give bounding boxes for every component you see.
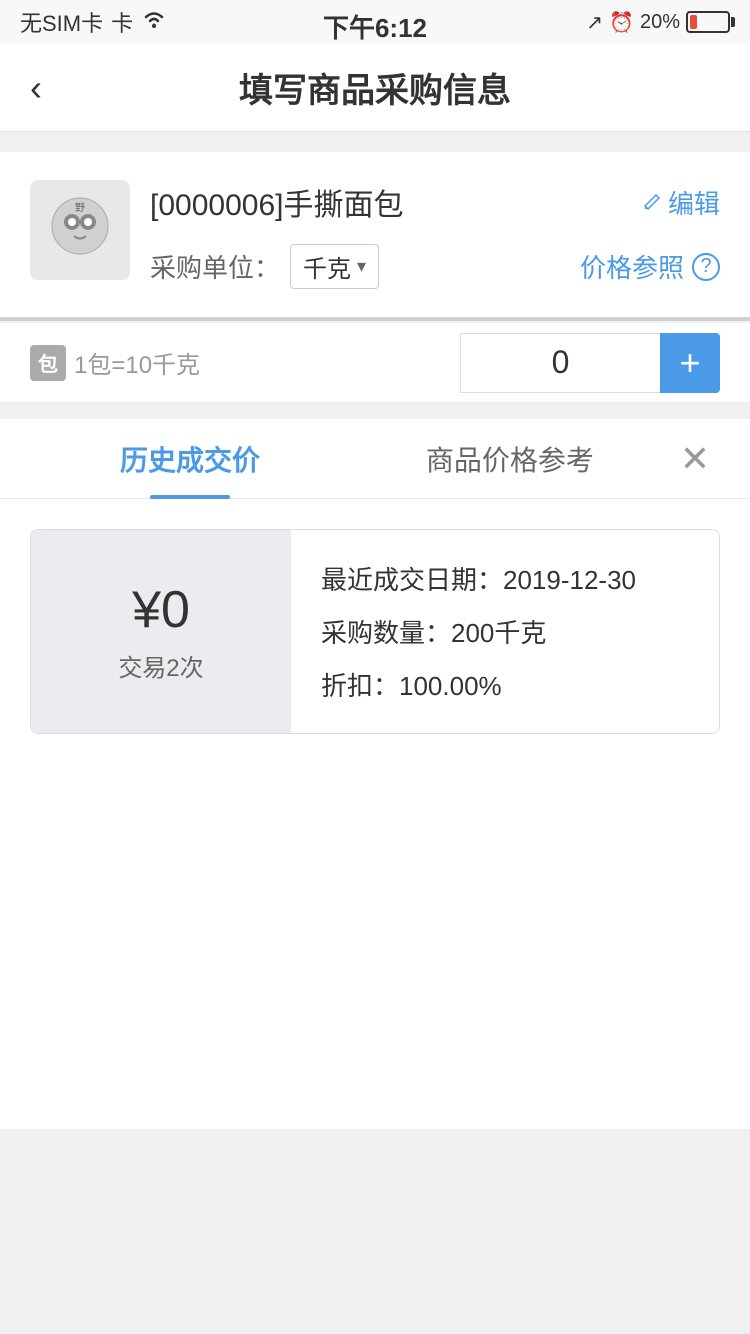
sim-icon: 卡 bbox=[111, 6, 133, 38]
product-header: [0000006]手撕面包 编辑 bbox=[150, 180, 720, 224]
status-left: 无SIM卡 卡 bbox=[20, 6, 167, 38]
unit-value: 千克 bbox=[303, 249, 351, 284]
product-info: [0000006]手撕面包 编辑 采购单位： 千克 ▾ 价格参照 ? bbox=[150, 180, 720, 289]
transaction-count: 交易2次 bbox=[118, 648, 203, 683]
tab-close-button[interactable]: ✕ bbox=[670, 438, 720, 480]
back-button[interactable]: ‹ bbox=[30, 67, 42, 109]
unit-info: 包 1包=10千克 bbox=[30, 345, 200, 381]
unit-select[interactable]: 千克 ▾ bbox=[290, 244, 379, 289]
transaction-price: ¥0 bbox=[132, 580, 190, 640]
quantity-detail-value: 200千克 bbox=[451, 618, 546, 648]
page-title: 填写商品采购信息 bbox=[239, 63, 511, 112]
status-right: ↗ ⏰ 20% bbox=[586, 10, 730, 35]
status-bar: 无SIM卡 卡 下午6:12 ↗ ⏰ 20% bbox=[0, 0, 750, 44]
unit-icon-text: 包 bbox=[38, 348, 58, 377]
transaction-right-panel: 最近成交日期：2019-12-30 采购数量：200千克 折扣：100.00% bbox=[291, 530, 719, 733]
quantity-plus-button[interactable]: + bbox=[660, 333, 720, 393]
battery-icon bbox=[686, 11, 730, 33]
edit-button[interactable]: 编辑 bbox=[642, 184, 720, 221]
discount-row: 折扣：100.00% bbox=[321, 666, 689, 703]
price-value: 0 bbox=[161, 581, 190, 639]
tab-price-ref-label: 商品价格参考 bbox=[426, 439, 594, 479]
currency-symbol: ¥ bbox=[132, 581, 161, 639]
tab-section: 历史成交价 商品价格参考 ✕ ¥0 交易2次 最近成交日期：2019-12-30… bbox=[0, 419, 750, 1129]
quantity-input-group: + bbox=[460, 333, 720, 393]
product-image: 野 bbox=[30, 180, 130, 280]
discount-value: 100.00% bbox=[399, 671, 502, 701]
price-ref-button[interactable]: 价格参照 ? bbox=[580, 248, 720, 285]
unit-label: 采购单位： 千克 ▾ bbox=[150, 244, 379, 289]
edit-label: 编辑 bbox=[668, 184, 720, 221]
battery-fill bbox=[690, 15, 697, 29]
price-ref-label: 价格参照 bbox=[580, 248, 684, 285]
divider bbox=[0, 317, 750, 321]
recent-date-label: 最近成交日期： bbox=[321, 565, 503, 595]
unit-icon-badge: 包 bbox=[30, 345, 66, 381]
recent-date-value: 2019-12-30 bbox=[503, 565, 636, 595]
tab-content-area: ¥0 交易2次 最近成交日期：2019-12-30 采购数量：200千克 折扣：… bbox=[0, 529, 750, 1129]
transaction-left-panel: ¥0 交易2次 bbox=[31, 530, 291, 733]
unit-label-text: 采购单位： bbox=[150, 248, 280, 285]
tab-price-ref[interactable]: 商品价格参考 bbox=[350, 419, 670, 499]
product-unit-row: 采购单位： 千克 ▾ 价格参照 ? bbox=[150, 244, 720, 289]
alarm-icon: ⏰ bbox=[609, 10, 634, 35]
price-ref-help-icon: ? bbox=[692, 253, 720, 281]
battery-percent: 20% bbox=[640, 11, 680, 34]
unit-conversion: 1包=10千克 bbox=[74, 345, 200, 380]
product-name: [0000006]手撕面包 bbox=[150, 180, 403, 224]
carrier-text: 无SIM卡 bbox=[20, 6, 103, 38]
tab-bar: 历史成交价 商品价格参考 ✕ bbox=[0, 419, 750, 499]
tab-history-price[interactable]: 历史成交价 bbox=[30, 419, 350, 499]
product-thumbnail-icon: 野 bbox=[50, 196, 110, 265]
plus-icon: + bbox=[679, 342, 700, 384]
location-icon: ↗ bbox=[586, 10, 603, 35]
recent-date-row: 最近成交日期：2019-12-30 bbox=[321, 560, 689, 597]
tab-history-label: 历史成交价 bbox=[120, 439, 260, 479]
unit-dropdown-icon: ▾ bbox=[357, 256, 366, 277]
quantity-detail-label: 采购数量： bbox=[321, 618, 451, 648]
quantity-input[interactable] bbox=[460, 333, 660, 393]
product-card: 野 [0000006]手撕面包 编辑 采购单位： 千克 ▾ bbox=[0, 152, 750, 317]
nav-bar: ‹ 填写商品采购信息 bbox=[0, 44, 750, 132]
svg-text:野: 野 bbox=[75, 202, 85, 214]
status-time: 下午6:12 bbox=[323, 8, 427, 45]
quantity-row-detail: 采购数量：200千克 bbox=[321, 613, 689, 650]
transaction-card: ¥0 交易2次 最近成交日期：2019-12-30 采购数量：200千克 折扣：… bbox=[30, 529, 720, 734]
discount-label: 折扣： bbox=[321, 671, 399, 701]
quantity-row: 包 1包=10千克 + bbox=[0, 323, 750, 403]
wifi-icon bbox=[141, 9, 167, 35]
